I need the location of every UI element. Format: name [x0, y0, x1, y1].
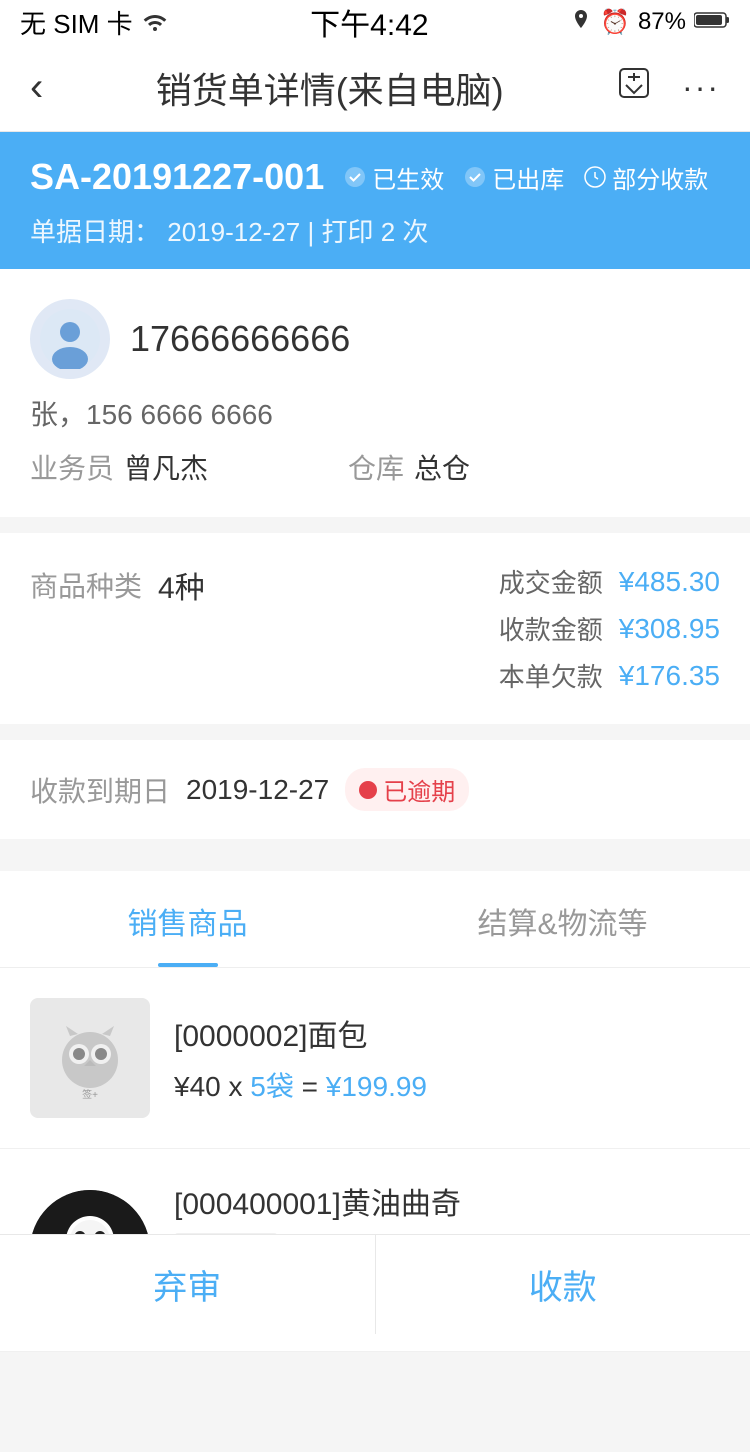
battery-icon [694, 8, 730, 36]
nav-actions: ··· [616, 65, 720, 110]
status-right: ⏰ 87% [570, 8, 730, 37]
status-partial: 部分收款 [584, 160, 708, 195]
customer-sub: 张，156 6666 6666 [30, 393, 720, 433]
status-active: 已生效 [344, 160, 444, 195]
order-banner: SA-20191227-001 已生效 已出库 部分收款 单据日期： 2019-… [0, 132, 750, 269]
product-price-1: ¥40 x 5袋 = ¥199.99 [174, 1065, 720, 1105]
due-section: 收款到期日 2019-12-27 已逾期 [0, 740, 750, 839]
svg-text:签+: 签+ [82, 1088, 98, 1101]
order-date-line: 单据日期： 2019-12-27 | 打印 2 次 [30, 212, 720, 249]
avatar [30, 299, 110, 379]
summary-section: 商品种类 4种 成交金额 ¥485.30 收款金额 ¥308.95 本单欠款 ¥… [0, 533, 750, 724]
tab-sales-products[interactable]: 销售商品 [0, 871, 375, 967]
wifi-icon [141, 7, 169, 38]
back-button[interactable]: ‹ [30, 65, 43, 110]
alarm-icon: ⏰ [600, 8, 630, 37]
page-title: 销货单详情(来自电脑) [156, 62, 504, 114]
sim-status: 无 SIM 卡 [20, 4, 133, 41]
customer-meta: 业务员 曾凡杰 仓库 总仓 [30, 447, 720, 487]
product-item: 签+ [0000002]面包 ¥40 x 5袋 = ¥199.99 [0, 968, 750, 1149]
customer-name: 17666666666 [130, 318, 350, 360]
nav-bar: ‹ 销货单详情(来自电脑) ··· [0, 44, 750, 132]
product-thumbnail-1: 签+ [30, 998, 150, 1118]
bottom-bar: 弃审 收款 [0, 1234, 750, 1334]
collect-button[interactable]: 收款 [376, 1235, 750, 1334]
status-bar: 无 SIM 卡 下午4:42 ⏰ 87% [0, 0, 750, 44]
product-info-1: [0000002]面包 ¥40 x 5袋 = ¥199.99 [174, 1011, 720, 1105]
product-types: 商品种类 4种 [30, 563, 205, 607]
overdue-dot-icon [359, 781, 377, 799]
separator [0, 839, 750, 855]
financial-summary: 成交金额 ¥485.30 收款金额 ¥308.95 本单欠款 ¥176.35 [499, 563, 720, 694]
overdue-badge: 已逾期 [345, 768, 469, 811]
status-shipped: 已出库 [464, 160, 564, 195]
customer-section: 17666666666 张，156 6666 6666 业务员 曾凡杰 仓库 总… [0, 269, 750, 517]
more-icon[interactable]: ··· [682, 69, 720, 106]
location-icon [570, 8, 592, 37]
share-icon[interactable] [616, 65, 652, 110]
status-left: 无 SIM 卡 [20, 4, 169, 41]
status-time: 下午4:42 [310, 0, 428, 44]
reject-button[interactable]: 弃审 [0, 1235, 376, 1334]
product-name-1: [0000002]面包 [174, 1011, 720, 1055]
product-name-2: [000400001]黄油曲奇 [174, 1179, 720, 1223]
tab-settlement[interactable]: 结算&物流等 [375, 871, 750, 967]
order-id: SA-20191227-001 [30, 156, 324, 198]
tabs: 销售商品 结算&物流等 [0, 871, 750, 968]
battery-level: 87% [638, 8, 686, 36]
